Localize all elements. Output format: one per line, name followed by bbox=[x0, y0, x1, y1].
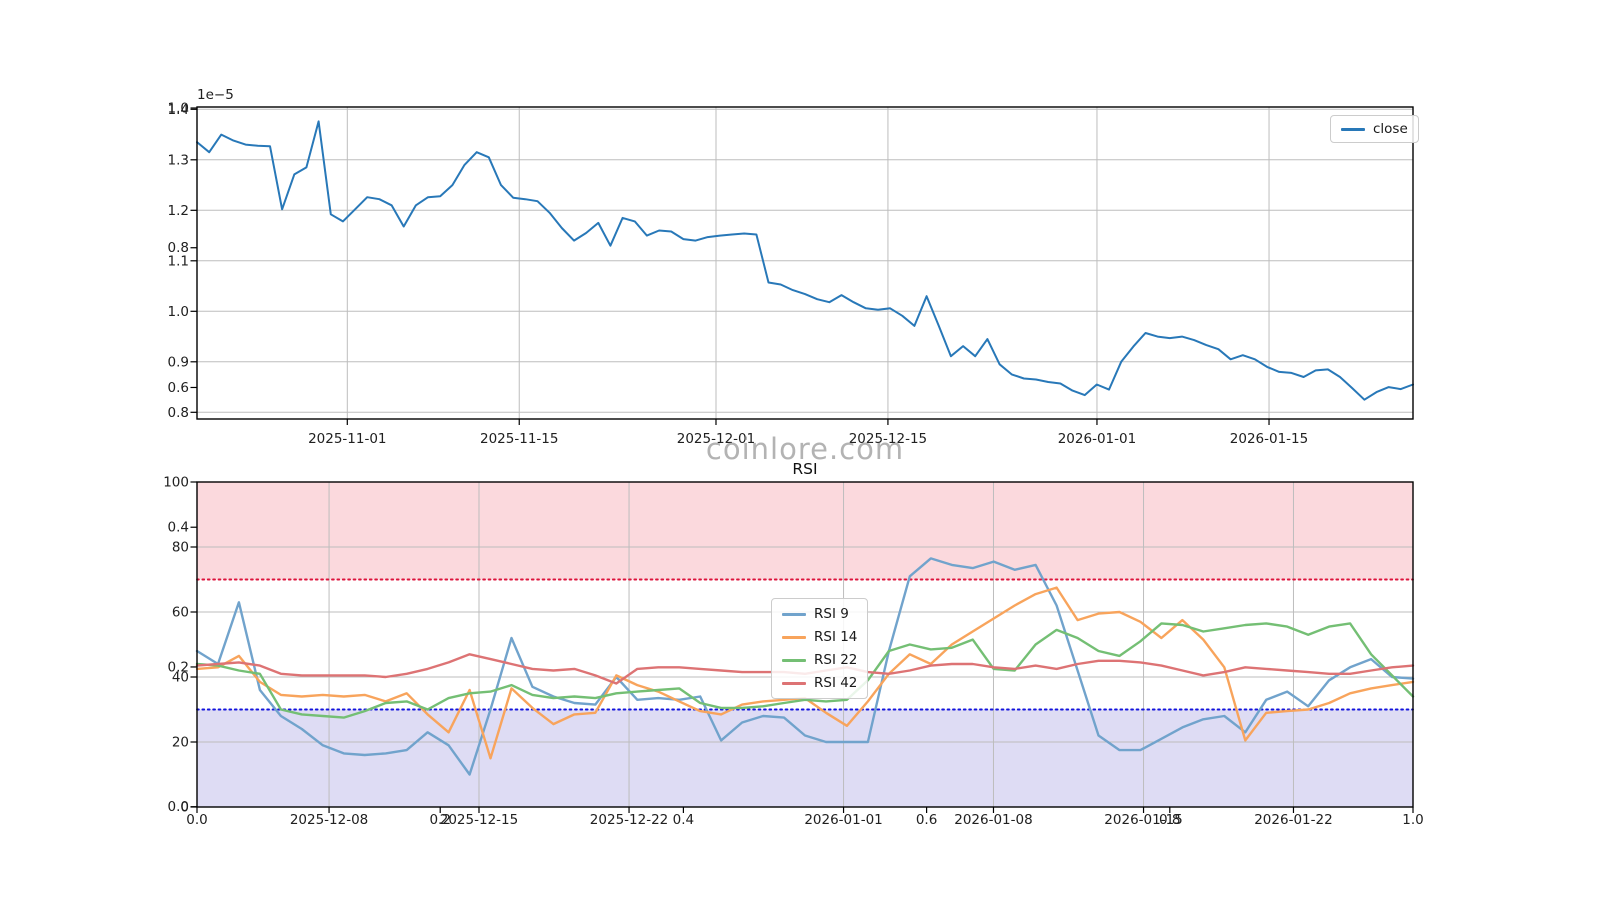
legend-label: RSI 42 bbox=[814, 675, 858, 691]
legend-label: RSI 9 bbox=[814, 606, 849, 622]
legend-label: RSI 22 bbox=[814, 652, 858, 668]
hidden-x-tick-label: 1.0 bbox=[1402, 812, 1423, 828]
rsi-x-tick-label: 2025-12-22 bbox=[590, 812, 668, 828]
legend-row: close bbox=[1341, 121, 1408, 137]
legend-label: close bbox=[1373, 121, 1408, 137]
hidden-x-tick-label: 0.0 bbox=[186, 812, 207, 828]
oversold-band bbox=[197, 709, 1413, 807]
legend-line-swatch bbox=[1341, 127, 1365, 131]
hidden-y-tick-label: 1.0 bbox=[168, 101, 189, 117]
legend-line-swatch bbox=[782, 612, 806, 616]
rsi-y-tick-label: 60 bbox=[172, 605, 189, 621]
legend-line-swatch bbox=[782, 681, 806, 685]
price-y-offset-label: 1e−5 bbox=[197, 87, 234, 103]
legend-row: RSI 14 bbox=[782, 629, 857, 645]
legend-row: RSI 42 bbox=[782, 675, 857, 691]
legend-line-swatch bbox=[782, 658, 806, 662]
hidden-x-tick-label: 0.2 bbox=[429, 812, 450, 828]
hidden-y-tick-label: 0.6 bbox=[168, 380, 189, 396]
price-axes-frame bbox=[196, 106, 1414, 420]
rsi-y-tick-label: 20 bbox=[172, 735, 189, 751]
overbought-band bbox=[197, 482, 1413, 580]
hidden-y-tick-label: 0.2 bbox=[168, 659, 189, 675]
legend-line-swatch bbox=[782, 635, 806, 639]
price-legend: close bbox=[1330, 115, 1419, 143]
hidden-x-tick-label: 0.8 bbox=[1159, 812, 1180, 828]
price-y-tick-label: 1.0 bbox=[168, 304, 189, 320]
rsi-x-tick-label: 2025-12-15 bbox=[440, 812, 518, 828]
hidden-y-tick-label: 0.8 bbox=[168, 240, 189, 256]
rsi-x-tick-label: 2025-12-08 bbox=[290, 812, 368, 828]
rsi-legend: RSI 9 RSI 14 RSI 22 RSI 42 bbox=[771, 598, 869, 699]
legend-row: RSI 22 bbox=[782, 652, 857, 668]
price-y-tick-label: 1.3 bbox=[168, 152, 189, 168]
price-y-tick-label: 0.9 bbox=[168, 354, 189, 370]
rsi-panel-title: RSI bbox=[792, 460, 818, 478]
chart-figure: 1.4 1.3 1.2 1.1 1.0 0.9 0.8 2025-11-01 2025-11-1… bbox=[0, 0, 1600, 900]
price-y-tick-label: 1.2 bbox=[168, 203, 189, 219]
rsi-x-tick-label: 2026-01-01 bbox=[804, 812, 882, 828]
hidden-y-tick-label: 0.4 bbox=[168, 520, 189, 536]
legend-row: RSI 9 bbox=[782, 606, 857, 622]
rsi-x-tick-label: 2026-01-22 bbox=[1254, 812, 1332, 828]
price-y-tick-label: 0.8 bbox=[168, 405, 189, 421]
hidden-x-tick-label: 0.6 bbox=[916, 812, 937, 828]
rsi-y-tick-label: 80 bbox=[172, 540, 189, 556]
rsi-x-tick-label: 2026-01-08 bbox=[954, 812, 1032, 828]
rsi-y-tick-label: 100 bbox=[163, 475, 189, 491]
hidden-x-tick-label: 0.4 bbox=[673, 812, 694, 828]
legend-label: RSI 14 bbox=[814, 629, 858, 645]
